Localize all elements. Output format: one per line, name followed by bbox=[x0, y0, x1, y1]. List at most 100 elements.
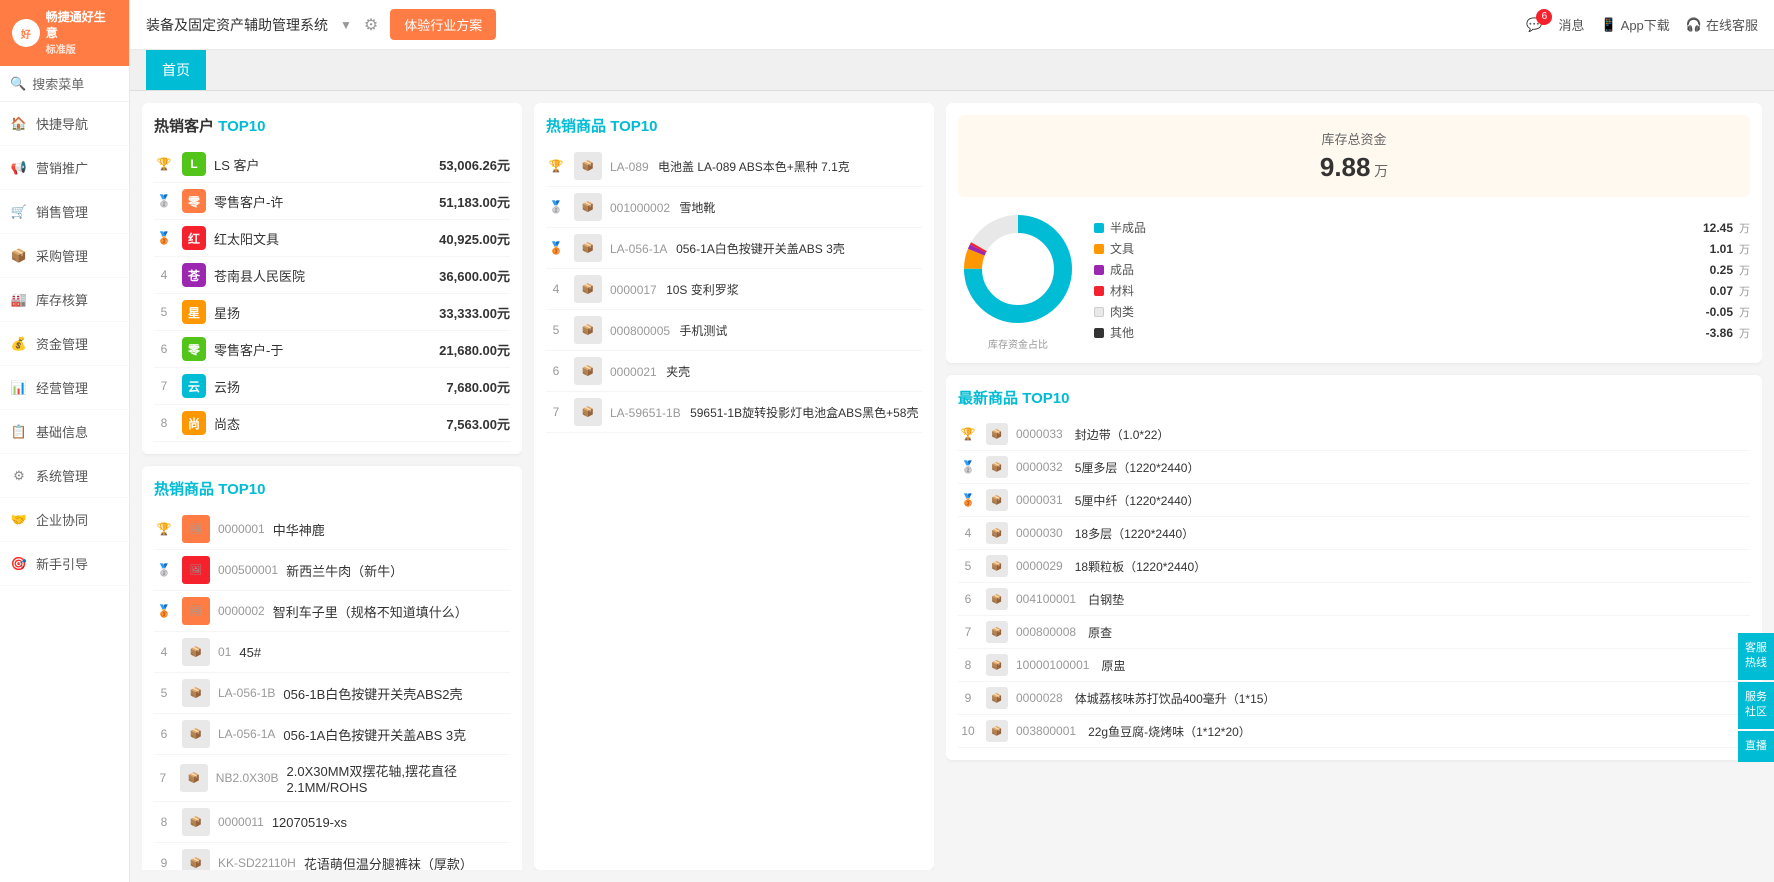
right-panel: 库存总资金 9.88 万 bbox=[946, 103, 1762, 870]
customer-badge: 云 bbox=[182, 374, 206, 398]
rank-icon: 🥉 bbox=[154, 604, 174, 618]
hot-product-item: 6 📦 LA-056-1A 056-1A白色按键开关盖ABS 3克 bbox=[154, 714, 510, 755]
online-service[interactable]: 🎧 在线客服 bbox=[1686, 15, 1758, 34]
product-item: 🏆 📦 LA-089 电池盖 LA-089 ABS本色+黑种 7.1克 bbox=[546, 146, 922, 187]
product-image: 📦 bbox=[574, 316, 602, 344]
sidebar-item-purchase[interactable]: 📦 采购管理 bbox=[0, 234, 129, 278]
float-btn-service[interactable]: 客服 热线 bbox=[1738, 633, 1774, 680]
sidebar-item-basic-info[interactable]: 📋 基础信息 bbox=[0, 410, 129, 454]
hot-product-item: 🥉 🖼 0000002 智利车子里（规格不知道填什么） bbox=[154, 591, 510, 632]
product-item: 4 📦 0000017 10S 变利罗浆 bbox=[546, 269, 922, 310]
float-btn-community[interactable]: 服务 社区 bbox=[1738, 682, 1774, 729]
customer-name: 星扬 bbox=[214, 303, 431, 322]
product-code: LA-056-1B bbox=[218, 686, 275, 700]
donut-section: 库存资金占比 半成品 12.45 万 文具 1.01 bbox=[958, 209, 1750, 351]
newest-item: 🥈 📦 0000032 5厘多层（1220*2440） bbox=[958, 451, 1750, 484]
product-code: LA-056-1A bbox=[218, 727, 275, 741]
hot-products-main-title: 热销商品 TOP10 bbox=[154, 478, 510, 499]
product-image: 📦 bbox=[574, 152, 602, 180]
customer-top10-card: 热销客户 TOP10 🏆 L LS 客户 53,006.26元 🥈 零 零售客户… bbox=[142, 103, 522, 454]
product-image: 📦 bbox=[574, 398, 602, 426]
sidebar-item-guide[interactable]: 🎯 新手引导 bbox=[0, 542, 129, 586]
rank-num: 4 bbox=[154, 645, 174, 659]
product-code: 0000001 bbox=[218, 522, 265, 536]
product-item: 5 📦 000800005 手机测试 bbox=[546, 310, 922, 351]
newest-item: 7 📦 000800008 原查 bbox=[958, 616, 1750, 649]
product-name: 12070519-xs bbox=[272, 815, 347, 830]
basic-info-icon: 📋 bbox=[10, 423, 28, 441]
inventory-total-value-area: 9.88 万 bbox=[974, 152, 1734, 183]
product-image: 📦 bbox=[182, 720, 210, 748]
customer-amount: 33,333.00元 bbox=[439, 303, 510, 322]
product-image: 📦 bbox=[574, 193, 602, 221]
legend-dot bbox=[1094, 307, 1104, 317]
rank-num: 4 bbox=[958, 526, 978, 540]
hot-product-item: 🏆 🖼 0000001 中华神鹿 bbox=[154, 509, 510, 550]
rank-num: 5 bbox=[154, 686, 174, 700]
product-image: 📦 bbox=[986, 588, 1008, 610]
customer-item: 🥉 红 红太阳文具 40,925.00元 bbox=[154, 220, 510, 257]
inventory-unit: 万 bbox=[1374, 163, 1388, 179]
product-info: LA-59651-1B 59651-1B旋转投影灯电池盒ABS黑色+58壳 bbox=[610, 404, 922, 421]
legend-item-0: 半成品 12.45 万 bbox=[1094, 217, 1750, 238]
sidebar-item-inventory[interactable]: 🏭 库存核算 bbox=[0, 278, 129, 322]
product-image: 📦 bbox=[180, 764, 208, 792]
product-info: 0000021 夹壳 bbox=[610, 363, 922, 380]
rank-num: 7 bbox=[546, 405, 566, 419]
product-image: 🖼 bbox=[182, 515, 210, 543]
hot-products-main-card: 热销商品 TOP10 🏆 🖼 0000001 中华神鹿 🥈 🖼 00050000… bbox=[142, 466, 522, 870]
product-name: 056-1B白色按键开关壳ABS2壳 bbox=[283, 684, 462, 703]
newest-item: 4 📦 0000030 18多层（1220*2440） bbox=[958, 517, 1750, 550]
sidebar-item-sales[interactable]: 🛒 销售管理 bbox=[0, 190, 129, 234]
sidebar-item-quick-nav[interactable]: 🏠 快捷导航 bbox=[0, 102, 129, 146]
product-image: 📦 bbox=[182, 849, 210, 870]
sidebar-item-enterprise[interactable]: 🤝 企业协同 bbox=[0, 498, 129, 542]
product-name: 45# bbox=[239, 645, 261, 660]
content-area: 热销客户 TOP10 🏆 L LS 客户 53,006.26元 🥈 零 零售客户… bbox=[130, 91, 1774, 882]
product-info: LA-089 电池盖 LA-089 ABS本色+黑种 7.1克 bbox=[610, 158, 922, 175]
legend-item-1: 文具 1.01 万 bbox=[1094, 238, 1750, 259]
sales-icon: 🛒 bbox=[10, 203, 28, 221]
product-item: 🥈 📦 001000002 雪地靴 bbox=[546, 187, 922, 228]
customer-amount: 36,600.00元 bbox=[439, 266, 510, 285]
customer-badge: 零 bbox=[182, 337, 206, 361]
tab-home[interactable]: 首页 bbox=[146, 50, 206, 90]
finance-icon: 💰 bbox=[10, 335, 28, 353]
logo-text: 畅捷通好生意 标准版 bbox=[46, 10, 117, 56]
product-info: 0000017 10S 变利罗浆 bbox=[610, 281, 922, 298]
product-image: 🖼 bbox=[182, 556, 210, 584]
rank-num: 4 bbox=[154, 268, 174, 282]
system-icon: ⚙ bbox=[10, 467, 28, 485]
product-image: 📦 bbox=[986, 423, 1008, 445]
sidebar-item-operations[interactable]: 📊 经营管理 bbox=[0, 366, 129, 410]
product-image: 📦 bbox=[986, 687, 1008, 709]
float-btn-live[interactable]: 直播 bbox=[1738, 731, 1774, 762]
customer-list: 🏆 L LS 客户 53,006.26元 🥈 零 零售客户-许 51,183.0… bbox=[154, 146, 510, 442]
inventory-total: 库存总资金 9.88 万 bbox=[958, 115, 1750, 197]
customer-amount: 40,925.00元 bbox=[439, 229, 510, 248]
app-download[interactable]: 📱 App下载 bbox=[1600, 15, 1669, 34]
hot-product-item: 4 📦 01 45# bbox=[154, 632, 510, 673]
sidebar-search[interactable]: 🔍 搜索菜单 bbox=[0, 66, 129, 102]
trial-btn[interactable]: 体验行业方案 bbox=[390, 9, 496, 40]
rank-num: 4 bbox=[546, 282, 566, 296]
inventory-card: 库存总资金 9.88 万 bbox=[946, 103, 1762, 363]
legend-dot bbox=[1094, 223, 1104, 233]
product-item: 6 📦 0000021 夹壳 bbox=[546, 351, 922, 392]
dropdown-arrow-icon[interactable]: ▼ bbox=[340, 18, 352, 32]
rank-num: 7 bbox=[154, 771, 172, 785]
sidebar-item-system[interactable]: ⚙ 系统管理 bbox=[0, 454, 129, 498]
rank-num: 5 bbox=[958, 559, 978, 573]
product-image: 📦 bbox=[182, 808, 210, 836]
rank-icon: 🥈 bbox=[958, 460, 978, 474]
rank-icon: 🏆 bbox=[958, 427, 978, 441]
phone-icon: 📱 bbox=[1600, 17, 1616, 33]
message-area[interactable]: 💬 6 消息 bbox=[1526, 15, 1584, 34]
enterprise-icon: 🤝 bbox=[10, 511, 28, 529]
product-code: 0000002 bbox=[218, 604, 265, 618]
customer-name: 尚态 bbox=[214, 414, 438, 433]
sidebar-item-marketing[interactable]: 📢 营销推广 bbox=[0, 146, 129, 190]
sidebar-item-finance[interactable]: 💰 资金管理 bbox=[0, 322, 129, 366]
product-image: 📦 bbox=[182, 638, 210, 666]
settings-icon[interactable]: ⚙ bbox=[364, 15, 378, 35]
